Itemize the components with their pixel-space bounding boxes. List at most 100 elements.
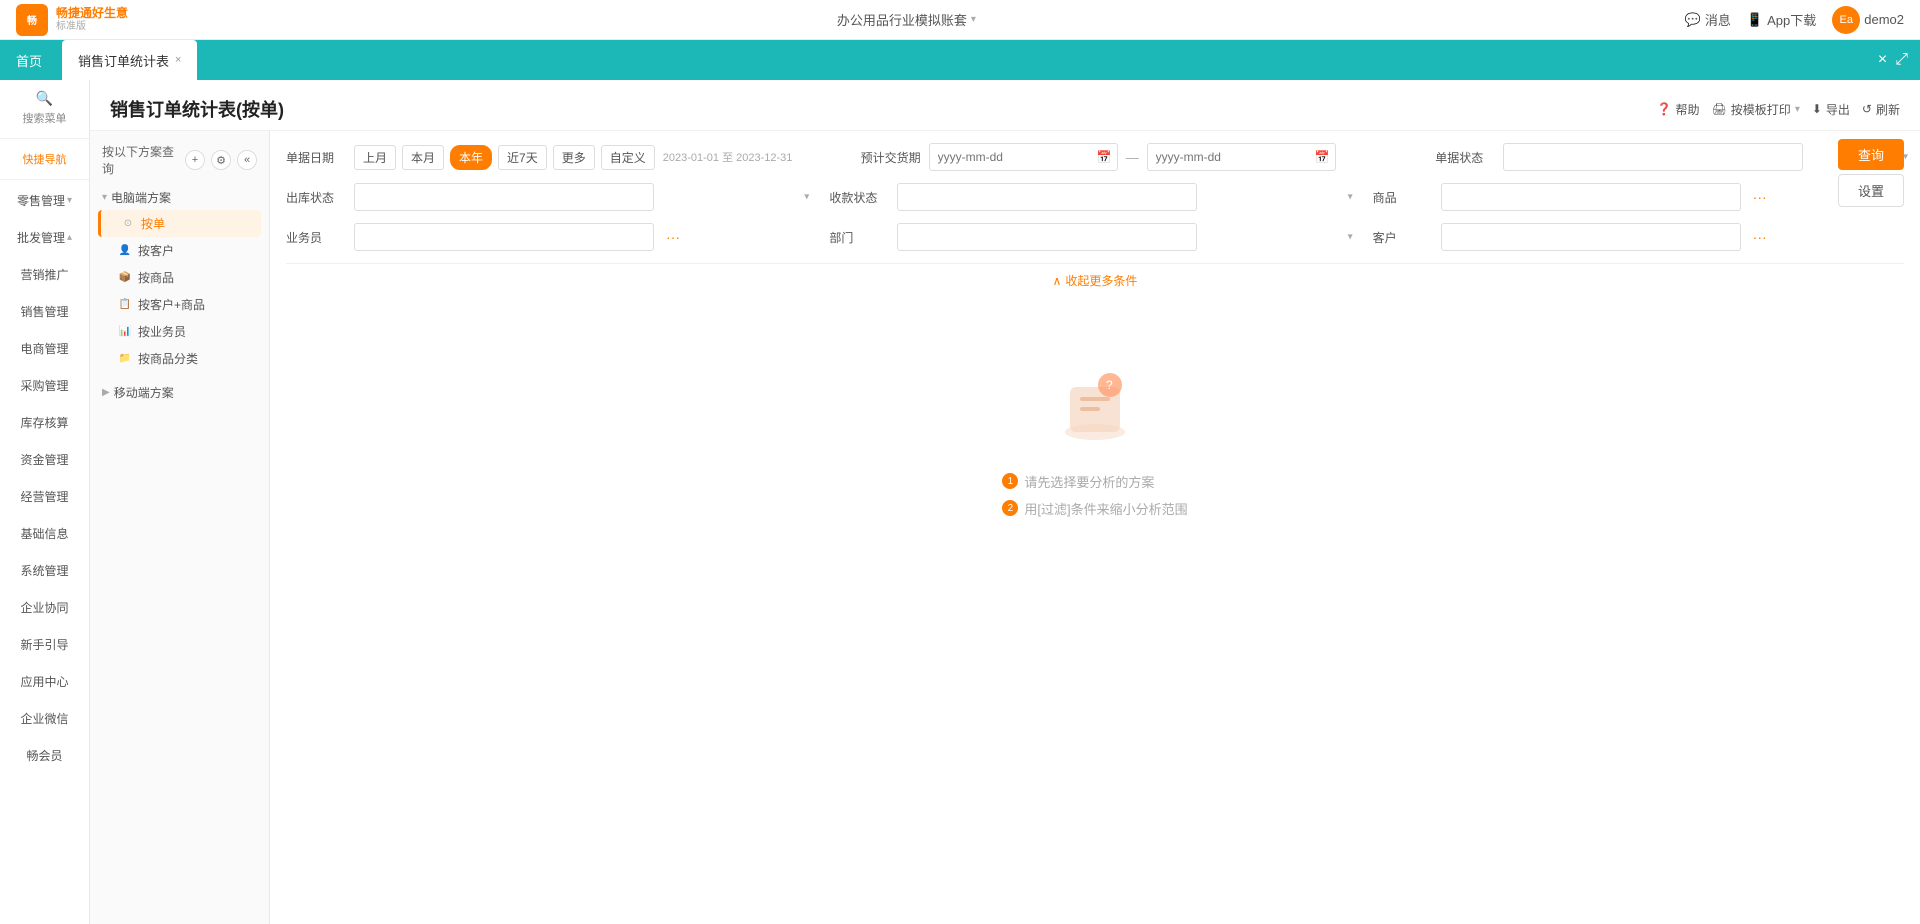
date-label: 单据日期 bbox=[286, 149, 346, 166]
empty-tip-2: 2 用[过滤]条件来缩小分析范围 bbox=[1002, 499, 1187, 518]
collapse-scheme-btn[interactable]: « bbox=[237, 150, 257, 170]
sidebar-item-operations[interactable]: 经营管理 bbox=[0, 478, 89, 515]
scheme-section-header-pc[interactable]: ▾ 电脑端方案 bbox=[98, 185, 261, 210]
print-icon: 🖨 bbox=[1712, 102, 1727, 116]
dept-wrap bbox=[897, 223, 1360, 251]
user-menu-btn[interactable]: Ea demo2 bbox=[1832, 6, 1904, 34]
topbar-center[interactable]: 办公用品行业模拟账套 ▾ bbox=[837, 10, 976, 29]
sidebar-search[interactable]: 🔍 搜索菜单 bbox=[0, 80, 89, 136]
sidebar-item-guide[interactable]: 新手引导 bbox=[0, 626, 89, 663]
scheme-item-by-order[interactable]: ⊙ 按单 bbox=[98, 210, 261, 237]
scheme-panel: 按以下方案查询 + ⚙ « ▾ 电脑端方案 ⊙ 按单 bbox=[90, 131, 270, 924]
empty-state: ? 1 请先选择要分析的方案 2 用[过滤]条件来缩小分析范围 bbox=[286, 297, 1904, 578]
date-filter: 上月 本月 本年 近7天 更多 自定义 bbox=[354, 145, 655, 170]
sidebar-item-app-center[interactable]: 应用中心 bbox=[0, 663, 89, 700]
salesman-input[interactable] bbox=[354, 223, 654, 251]
scheme-section-pc: ▾ 电脑端方案 ⊙ 按单 👤 按客户 📦 按商品 bbox=[90, 185, 269, 372]
goods-more-icon[interactable]: ··· bbox=[1753, 189, 1767, 205]
customer-label: 客户 bbox=[1373, 229, 1433, 246]
print-dropdown-icon: ▾ bbox=[1795, 104, 1800, 115]
this-month-btn[interactable]: 本月 bbox=[402, 145, 444, 170]
salesman-more-icon[interactable]: ··· bbox=[666, 229, 680, 245]
sidebar: 🔍 搜索菜单 快捷导航 零售管理 ▾ 批发管理 ▴ 营销推广 销售管理 电商管理… bbox=[0, 80, 90, 924]
expected-date-label: 预计交货期 bbox=[861, 149, 921, 166]
goods-scheme-icon: 📦 bbox=[118, 271, 132, 285]
filter-salesman-section: 业务员 ··· bbox=[286, 223, 817, 251]
tabbar-right: × ⤢ bbox=[1878, 51, 1920, 69]
sidebar-item-system[interactable]: 系统管理 bbox=[0, 552, 89, 589]
date-dash: — bbox=[1126, 150, 1139, 165]
scheme-item-by-customer[interactable]: 👤 按客户 bbox=[98, 237, 261, 264]
dropdown-arrow-icon[interactable]: ▾ bbox=[971, 14, 976, 25]
settings-btn[interactable]: 设置 bbox=[1838, 174, 1904, 207]
filter-expected-date-section: 预计交货期 📅 — 📅 bbox=[861, 143, 1424, 171]
refresh-btn[interactable]: ↺ 刷新 bbox=[1862, 101, 1900, 118]
scheme-item-by-customer-goods[interactable]: 📋 按客户+商品 bbox=[98, 291, 261, 318]
sidebar-item-sales[interactable]: 销售管理 bbox=[0, 293, 89, 330]
search-btn[interactable]: 查询 bbox=[1838, 139, 1904, 170]
this-year-btn[interactable]: 本年 bbox=[450, 145, 492, 170]
refresh-icon: ↺ bbox=[1862, 102, 1872, 116]
sidebar-item-membership[interactable]: 畅会员 bbox=[0, 737, 89, 774]
chevron-right-icon: ▶ bbox=[102, 387, 110, 398]
filter-row-2: 出库状态 收款状态 bbox=[286, 183, 1904, 211]
sidebar-item-wechat[interactable]: 企业微信 bbox=[0, 700, 89, 737]
sidebar-item-enterprise[interactable]: 企业协同 bbox=[0, 589, 89, 626]
custom-btn[interactable]: 自定义 bbox=[601, 145, 655, 170]
export-btn[interactable]: ⬇ 导出 bbox=[1812, 101, 1850, 118]
sidebar-item-purchase[interactable]: 采购管理 bbox=[0, 367, 89, 404]
status-select[interactable] bbox=[1503, 143, 1803, 171]
tab-home[interactable]: 首页 bbox=[0, 40, 58, 80]
last-month-btn[interactable]: 上月 bbox=[354, 145, 396, 170]
scheme-section-header-mobile[interactable]: ▶ 移动端方案 bbox=[98, 380, 261, 405]
tab-close-btn[interactable]: × bbox=[175, 54, 181, 66]
message-btn[interactable]: 💬 消息 bbox=[1685, 10, 1731, 29]
help-btn[interactable]: ❓ 帮助 bbox=[1657, 101, 1700, 118]
tab-active[interactable]: 销售订单统计表 × bbox=[62, 40, 197, 80]
collapse-icon: ∧ bbox=[1053, 274, 1062, 288]
filter-out-status-section: 出库状态 bbox=[286, 183, 817, 211]
scheme-item-by-salesman[interactable]: 📊 按业务员 bbox=[98, 318, 261, 345]
category-scheme-icon: 📁 bbox=[118, 352, 132, 366]
out-status-select[interactable] bbox=[354, 183, 654, 211]
sidebar-item-retail[interactable]: 零售管理 ▾ bbox=[0, 182, 89, 219]
settings-scheme-btn[interactable]: ⚙ bbox=[211, 150, 231, 170]
out-status-wrap bbox=[354, 183, 817, 211]
sidebar-item-finance[interactable]: 资金管理 bbox=[0, 441, 89, 478]
dept-select[interactable] bbox=[897, 223, 1197, 251]
help-icon: ❓ bbox=[1657, 102, 1672, 116]
end-date-input[interactable] bbox=[1147, 143, 1336, 171]
status-label: 单据状态 bbox=[1435, 149, 1495, 166]
add-scheme-btn[interactable]: + bbox=[185, 150, 205, 170]
main-area: 🔍 搜索菜单 快捷导航 零售管理 ▾ 批发管理 ▴ 营销推广 销售管理 电商管理… bbox=[0, 80, 1920, 924]
brand-name: 畅捷通好生意 bbox=[56, 6, 128, 20]
more-btn[interactable]: 更多 bbox=[553, 145, 595, 170]
content-pane: 销售订单统计表(按单) ❓ 帮助 🖨 按模板打印 ▾ ⬇ 导出 ↺ 刷新 bbox=[90, 80, 1920, 924]
content-body: 按以下方案查询 + ⚙ « ▾ 电脑端方案 ⊙ 按单 bbox=[90, 131, 1920, 924]
filter-goods-section: 商品 ··· bbox=[1373, 183, 1904, 211]
payment-select[interactable] bbox=[897, 183, 1197, 211]
salesman-scheme-icon: 📊 bbox=[118, 325, 132, 339]
sidebar-item-marketing[interactable]: 营销推广 bbox=[0, 256, 89, 293]
sidebar-item-basic-info[interactable]: 基础信息 bbox=[0, 515, 89, 552]
template-print-btn[interactable]: 🖨 按模板打印 ▾ bbox=[1712, 101, 1800, 118]
maximize-window-btn[interactable]: ⤢ bbox=[1895, 51, 1908, 69]
scheme-panel-header: 按以下方案查询 + ⚙ « bbox=[90, 139, 269, 185]
scheme-item-by-goods[interactable]: 📦 按商品 bbox=[98, 264, 261, 291]
collapse-bar[interactable]: ∧ 收起更多条件 bbox=[286, 263, 1904, 297]
start-date-input[interactable] bbox=[929, 143, 1118, 171]
scheme-item-by-category[interactable]: 📁 按商品分类 bbox=[98, 345, 261, 372]
customer-more-icon[interactable]: ··· bbox=[1753, 229, 1767, 245]
page-title: 销售订单统计表(按单) bbox=[110, 96, 284, 122]
sidebar-item-ecommerce[interactable]: 电商管理 bbox=[0, 330, 89, 367]
sidebar-item-wholesale[interactable]: 批发管理 ▴ bbox=[0, 219, 89, 256]
filter-and-search: 查询 设置 单据日期 上月 本月 本年 近7天 更多 bbox=[270, 131, 1920, 924]
customer-input[interactable] bbox=[1441, 223, 1741, 251]
app-download-btn[interactable]: 📱 App下载 bbox=[1747, 10, 1816, 29]
sidebar-item-inventory[interactable]: 库存核算 bbox=[0, 404, 89, 441]
close-window-btn[interactable]: × bbox=[1878, 51, 1887, 69]
sidebar-quick-nav[interactable]: 快捷导航 bbox=[0, 141, 89, 177]
goods-input[interactable] bbox=[1441, 183, 1741, 211]
last-7-days-btn[interactable]: 近7天 bbox=[498, 145, 547, 170]
salesman-label: 业务员 bbox=[286, 229, 346, 246]
